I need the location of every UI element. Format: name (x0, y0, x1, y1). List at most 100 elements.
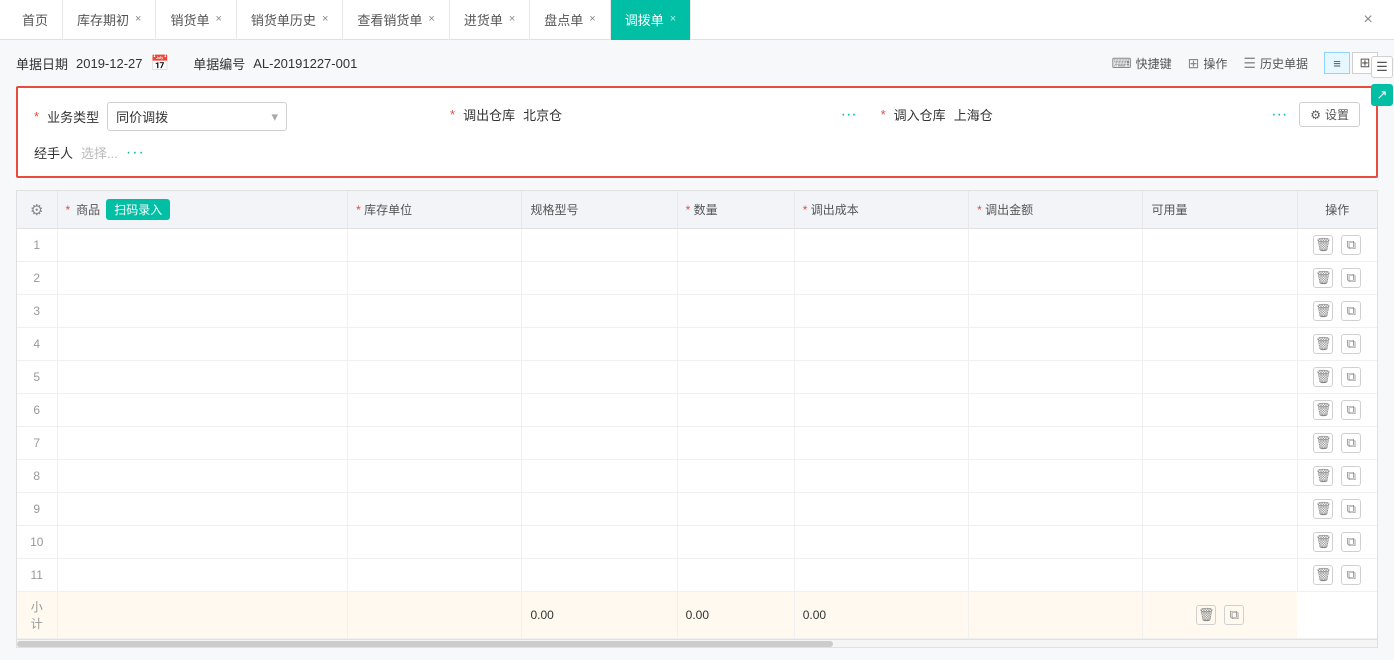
row-product[interactable] (57, 559, 348, 592)
row-spec[interactable] (522, 526, 677, 559)
copy-row-icon[interactable]: ⧉ (1341, 400, 1361, 420)
copy-row-icon[interactable]: ⧉ (1341, 532, 1361, 552)
row-quantity[interactable] (677, 229, 794, 262)
row-available[interactable] (1143, 559, 1297, 592)
row-unit[interactable] (348, 262, 522, 295)
copy-row-icon[interactable]: ⧉ (1341, 334, 1361, 354)
calendar-icon[interactable]: 📅 (151, 54, 170, 72)
subtotal-delete-icon[interactable]: 🗑 (1196, 605, 1216, 625)
row-unit[interactable] (348, 493, 522, 526)
tab-home[interactable]: 首页 (8, 0, 63, 40)
window-close-btn[interactable]: × (1350, 2, 1386, 38)
row-quantity[interactable] (677, 361, 794, 394)
row-available[interactable] (1143, 262, 1297, 295)
delete-row-icon[interactable]: 🗑 (1313, 400, 1333, 420)
settings-btn[interactable]: ⚙ 设置 (1299, 102, 1360, 127)
sidebar-notes-icon[interactable]: ☰ (1371, 56, 1393, 78)
row-amount[interactable] (969, 361, 1143, 394)
copy-row-icon[interactable]: ⧉ (1341, 301, 1361, 321)
delete-row-icon[interactable]: 🗑 (1313, 268, 1333, 288)
subtotal-copy-icon[interactable]: ⧉ (1224, 605, 1244, 625)
delete-row-icon[interactable]: 🗑 (1313, 367, 1333, 387)
row-cost[interactable] (794, 295, 968, 328)
row-amount[interactable] (969, 295, 1143, 328)
row-amount[interactable] (969, 526, 1143, 559)
row-product[interactable] (57, 361, 348, 394)
row-product[interactable] (57, 526, 348, 559)
close-view-sales[interactable]: × (428, 14, 434, 25)
row-cost[interactable] (794, 361, 968, 394)
delete-row-icon[interactable]: 🗑 (1313, 334, 1333, 354)
row-unit[interactable] (348, 394, 522, 427)
row-cost[interactable] (794, 229, 968, 262)
row-spec[interactable] (522, 493, 677, 526)
close-sales-history[interactable]: × (322, 14, 328, 25)
row-unit[interactable] (348, 559, 522, 592)
handler-more-btn[interactable]: ··· (126, 144, 145, 162)
tab-purchase-order[interactable]: 进货单 × (450, 0, 530, 40)
row-product[interactable] (57, 460, 348, 493)
warehouse-in-more-btn[interactable]: ··· (1271, 106, 1287, 124)
copy-row-icon[interactable]: ⧉ (1341, 499, 1361, 519)
row-unit[interactable] (348, 295, 522, 328)
row-spec[interactable] (522, 559, 677, 592)
row-product[interactable] (57, 493, 348, 526)
row-spec[interactable] (522, 460, 677, 493)
row-quantity[interactable] (677, 493, 794, 526)
row-amount[interactable] (969, 394, 1143, 427)
tab-view-sales[interactable]: 查看销货单 × (343, 0, 449, 40)
shortcuts-btn[interactable]: ⌨ 快捷键 (1111, 55, 1171, 72)
row-product[interactable] (57, 394, 348, 427)
copy-row-icon[interactable]: ⧉ (1341, 565, 1361, 585)
row-quantity[interactable] (677, 262, 794, 295)
horizontal-scrollbar[interactable] (17, 639, 1377, 647)
row-product[interactable] (57, 262, 348, 295)
row-amount[interactable] (969, 328, 1143, 361)
close-inventory-check[interactable]: × (589, 14, 595, 25)
delete-row-icon[interactable]: 🗑 (1313, 466, 1333, 486)
handler-placeholder[interactable]: 选择... (81, 143, 118, 162)
row-spec[interactable] (522, 262, 677, 295)
delete-row-icon[interactable]: 🗑 (1313, 433, 1333, 453)
row-amount[interactable] (969, 493, 1143, 526)
row-quantity[interactable] (677, 559, 794, 592)
row-available[interactable] (1143, 460, 1297, 493)
history-btn[interactable]: ☰ 历史单据 (1243, 55, 1308, 72)
sidebar-expand-icon[interactable]: ↗ (1371, 84, 1393, 106)
row-available[interactable] (1143, 361, 1297, 394)
row-product[interactable] (57, 229, 348, 262)
row-product[interactable] (57, 295, 348, 328)
row-unit[interactable] (348, 427, 522, 460)
row-spec[interactable] (522, 427, 677, 460)
row-cost[interactable] (794, 526, 968, 559)
row-quantity[interactable] (677, 394, 794, 427)
row-cost[interactable] (794, 460, 968, 493)
row-amount[interactable] (969, 262, 1143, 295)
row-available[interactable] (1143, 295, 1297, 328)
copy-row-icon[interactable]: ⧉ (1341, 466, 1361, 486)
row-cost[interactable] (794, 559, 968, 592)
tab-sales-history[interactable]: 销货单历史 × (237, 0, 343, 40)
tab-inventory-check[interactable]: 盘点单 × (530, 0, 610, 40)
copy-row-icon[interactable]: ⧉ (1341, 235, 1361, 255)
tab-transfer-order[interactable]: 调拨单 × (611, 0, 691, 40)
row-spec[interactable] (522, 229, 677, 262)
copy-row-icon[interactable]: ⧉ (1341, 367, 1361, 387)
business-type-dropdown[interactable]: 同价调拨 ▾ (107, 102, 287, 131)
row-available[interactable] (1143, 493, 1297, 526)
row-quantity[interactable] (677, 328, 794, 361)
row-unit[interactable] (348, 526, 522, 559)
delete-row-icon[interactable]: 🗑 (1313, 565, 1333, 585)
delete-row-icon[interactable]: 🗑 (1313, 532, 1333, 552)
row-unit[interactable] (348, 361, 522, 394)
operations-btn[interactable]: ⊞ 操作 (1188, 55, 1228, 72)
row-spec[interactable] (522, 328, 677, 361)
row-product[interactable] (57, 328, 348, 361)
table-gear-icon[interactable]: ⚙ (30, 202, 43, 219)
row-amount[interactable] (969, 559, 1143, 592)
row-available[interactable] (1143, 229, 1297, 262)
close-sales-order[interactable]: × (215, 14, 221, 25)
row-available[interactable] (1143, 328, 1297, 361)
row-spec[interactable] (522, 361, 677, 394)
row-cost[interactable] (794, 427, 968, 460)
